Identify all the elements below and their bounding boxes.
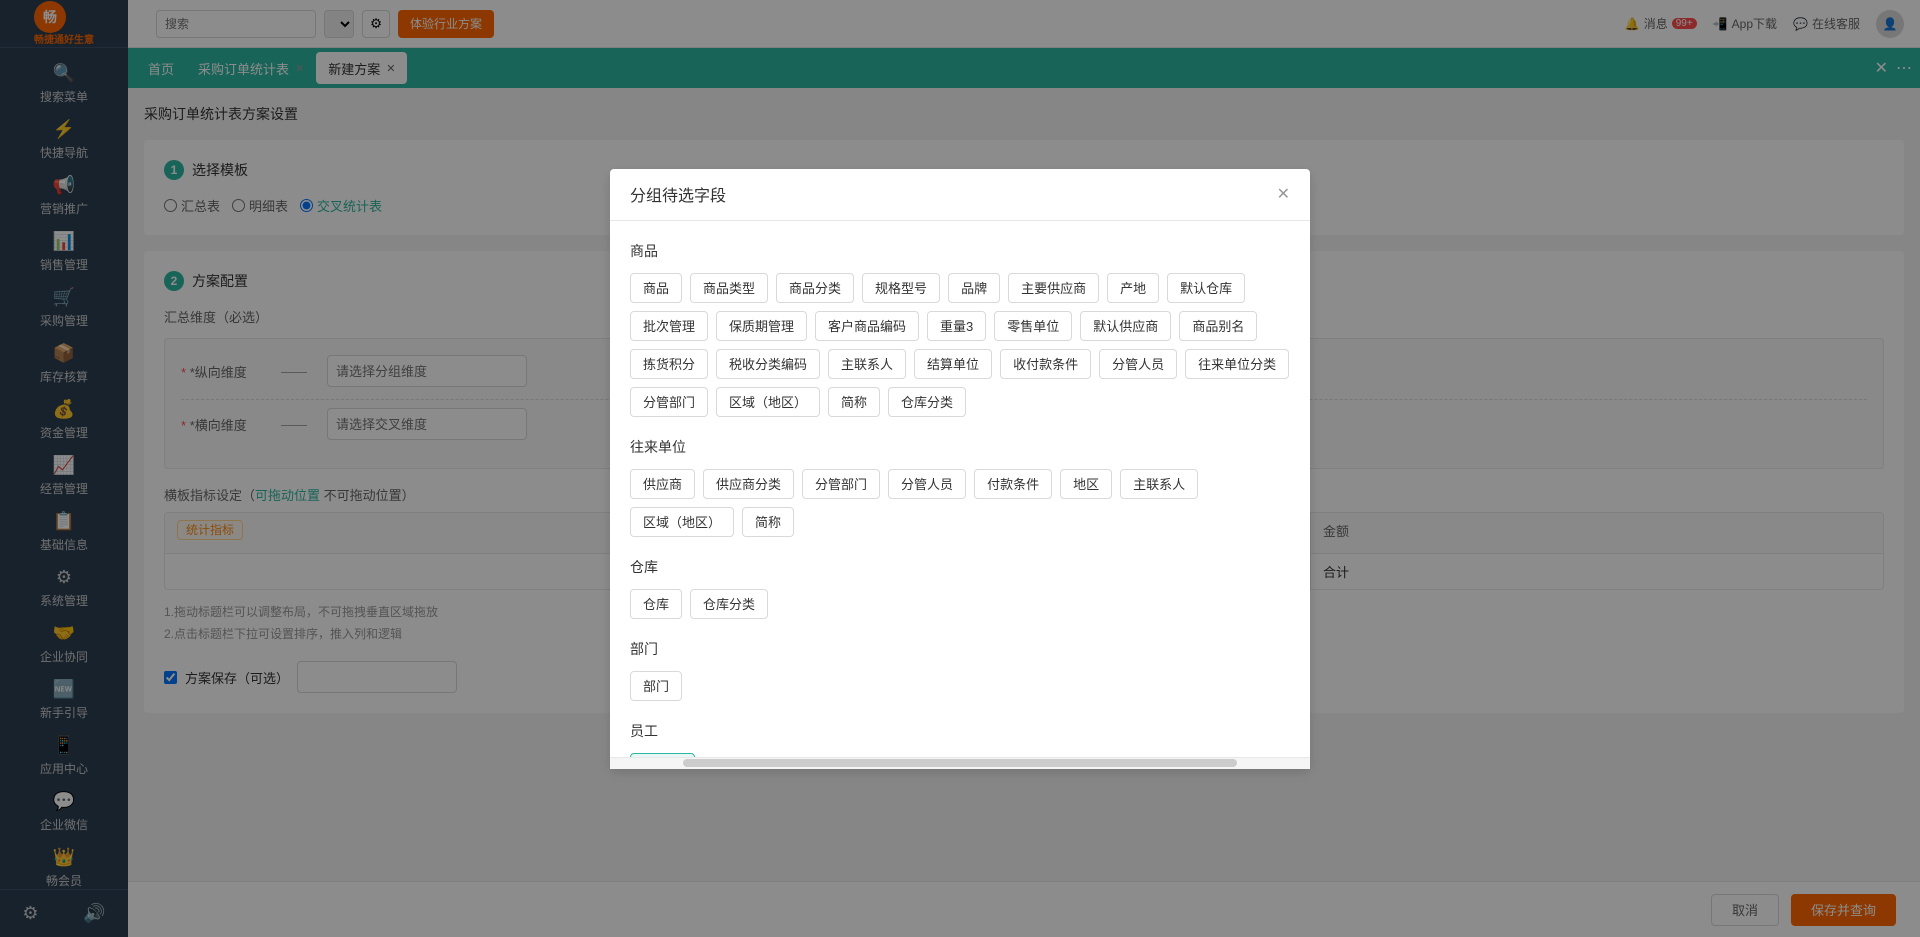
field-chip-goods-type[interactable]: 商品类型	[690, 273, 768, 303]
field-chip-supplier[interactable]: 供应商	[630, 469, 695, 499]
field-chip-payment-condition[interactable]: 付款条件	[974, 469, 1052, 499]
field-chip-department[interactable]: 部门	[630, 671, 682, 701]
section-dept-title: 部门	[630, 639, 1290, 659]
field-chip-shelf-life[interactable]: 保质期管理	[716, 311, 807, 341]
modal-scrollbar-horizontal	[610, 757, 1310, 769]
field-chip-default-supplier[interactable]: 默认供应商	[1080, 311, 1171, 341]
field-chip-dept[interactable]: 分管部门	[630, 387, 708, 417]
field-chip-goods-alias[interactable]: 商品别名	[1179, 311, 1257, 341]
field-chip-main-contact2[interactable]: 主联系人	[1120, 469, 1198, 499]
field-chip-counterpart-category[interactable]: 往来单位分类	[1185, 349, 1289, 379]
scrollbar-thumb	[683, 759, 1237, 767]
field-chip-brand[interactable]: 品牌	[948, 273, 1000, 303]
field-chip-short-name2[interactable]: 简称	[742, 507, 794, 537]
modal: 分组待选字段 ✕ 商品 商品 商品类型 商品分类 规格型号 品牌 主要供应商 产…	[610, 169, 1310, 769]
field-chip-pick-points[interactable]: 拣货积分	[630, 349, 708, 379]
field-chip-customer-code[interactable]: 客户商品编码	[815, 311, 919, 341]
field-chip-area[interactable]: 地区	[1060, 469, 1112, 499]
field-chip-main-contact[interactable]: 主联系人	[828, 349, 906, 379]
field-chip-payment-terms[interactable]: 收付款条件	[1000, 349, 1091, 379]
field-chip-goods[interactable]: 商品	[630, 273, 682, 303]
section-staff-title: 员工	[630, 721, 1290, 741]
field-chip-supplier-category[interactable]: 供应商分类	[703, 469, 794, 499]
section-goods-title: 商品	[630, 241, 1290, 261]
field-chip-settlement-unit[interactable]: 结算单位	[914, 349, 992, 379]
field-chip-tax-code[interactable]: 税收分类编码	[716, 349, 820, 379]
field-chip-region[interactable]: 区域（地区）	[716, 387, 820, 417]
field-chip-short-name[interactable]: 简称	[828, 387, 880, 417]
section-warehouse-title: 仓库	[630, 557, 1290, 577]
field-chip-weight[interactable]: 重量3	[927, 311, 986, 341]
modal-body: 商品 商品 商品类型 商品分类 规格型号 品牌 主要供应商 产地 默认仓库 批次…	[610, 221, 1310, 757]
counterpart-fields: 供应商 供应商分类 分管部门 分管人员 付款条件 地区 主联系人 区域（地区） …	[630, 469, 1290, 537]
modal-title: 分组待选字段	[630, 182, 726, 206]
field-chip-default-warehouse[interactable]: 默认仓库	[1167, 273, 1245, 303]
field-chip-main-supplier[interactable]: 主要供应商	[1008, 273, 1099, 303]
field-chip-batch[interactable]: 批次管理	[630, 311, 708, 341]
field-chip-warehouse[interactable]: 仓库	[630, 589, 682, 619]
field-chip-goods-category[interactable]: 商品分类	[776, 273, 854, 303]
modal-header: 分组待选字段 ✕	[610, 169, 1310, 221]
field-chip-warehouse-cat[interactable]: 仓库分类	[690, 589, 768, 619]
section-counterpart-title: 往来单位	[630, 437, 1290, 457]
dept-fields: 部门	[630, 671, 1290, 701]
goods-fields: 商品 商品类型 商品分类 规格型号 品牌 主要供应商 产地 默认仓库 批次管理 …	[630, 273, 1290, 417]
field-chip-spec[interactable]: 规格型号	[862, 273, 940, 303]
field-chip-warehouse-category[interactable]: 仓库分类	[888, 387, 966, 417]
field-chip-retail-unit[interactable]: 零售单位	[994, 311, 1072, 341]
modal-close-button[interactable]: ✕	[1277, 184, 1290, 204]
field-chip-manage-dept[interactable]: 分管部门	[802, 469, 880, 499]
field-chip-manage-person[interactable]: 分管人员	[888, 469, 966, 499]
field-chip-region2[interactable]: 区域（地区）	[630, 507, 734, 537]
field-chip-origin[interactable]: 产地	[1107, 273, 1159, 303]
modal-overlay[interactable]: 分组待选字段 ✕ 商品 商品 商品类型 商品分类 规格型号 品牌 主要供应商 产…	[0, 0, 1920, 937]
field-chip-supervisor[interactable]: 分管人员	[1099, 349, 1177, 379]
warehouse-fields: 仓库 仓库分类	[630, 589, 1290, 619]
